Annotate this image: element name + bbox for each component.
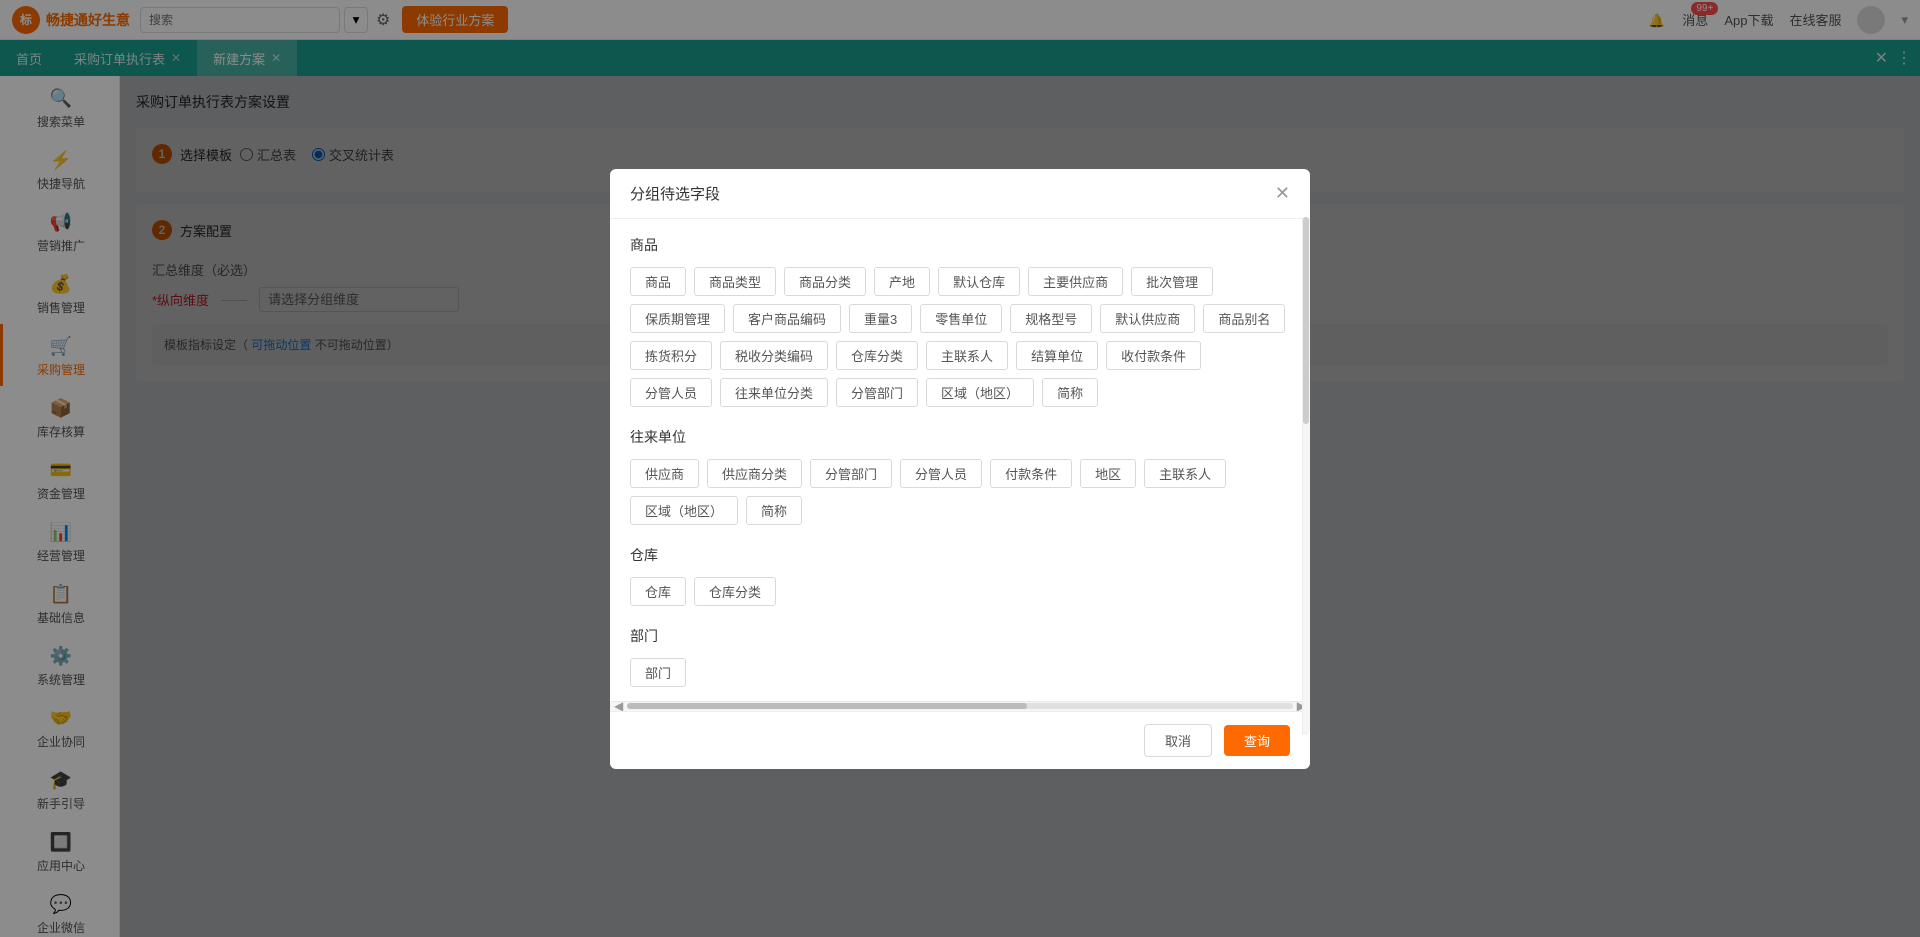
modal-vertical-scrollbar[interactable] (1302, 217, 1310, 735)
field-tags-goods: 商品 商品类型 商品分类 产地 默认仓库 主要供应商 批次管理 保质期管理 客户… (630, 267, 1290, 407)
field-tag[interactable]: 商品别名 (1203, 304, 1285, 333)
field-tag[interactable]: 主要供应商 (1028, 267, 1123, 296)
field-tag[interactable]: 结算单位 (1016, 341, 1098, 370)
modal-header: 分组待选字段 ✕ (610, 169, 1310, 219)
field-section-goods: 商品 商品 商品类型 商品分类 产地 默认仓库 主要供应商 批次管理 保质期管理… (630, 235, 1290, 407)
field-tag[interactable]: 简称 (1042, 378, 1098, 407)
field-tag[interactable]: 规格型号 (1010, 304, 1092, 333)
field-tag[interactable]: 简称 (746, 496, 802, 525)
hscroll-thumb[interactable] (627, 703, 1026, 709)
field-tag[interactable]: 部门 (630, 658, 686, 687)
field-tag[interactable]: 产地 (874, 267, 930, 296)
field-tag[interactable]: 主联系人 (926, 341, 1008, 370)
field-section-goods-title: 商品 (630, 235, 1290, 255)
field-tag[interactable]: 区域（地区） (926, 378, 1034, 407)
modal-horizontal-scrollbar[interactable]: ◀ ▶ (610, 701, 1310, 711)
cancel-button[interactable]: 取消 (1144, 724, 1212, 757)
field-tag[interactable]: 拣货积分 (630, 341, 712, 370)
field-tag[interactable]: 零售单位 (920, 304, 1002, 333)
field-tag[interactable]: 分管部门 (810, 459, 892, 488)
field-tag[interactable]: 商品分类 (784, 267, 866, 296)
field-tag[interactable]: 仓库分类 (694, 577, 776, 606)
field-section-warehouse: 仓库 仓库 仓库分类 (630, 545, 1290, 606)
field-tag[interactable]: 批次管理 (1131, 267, 1213, 296)
field-tag[interactable]: 商品类型 (694, 267, 776, 296)
modal-body[interactable]: 商品 商品 商品类型 商品分类 产地 默认仓库 主要供应商 批次管理 保质期管理… (610, 219, 1310, 701)
field-tag[interactable]: 税收分类编码 (720, 341, 828, 370)
field-tag[interactable]: 重量3 (849, 304, 912, 333)
field-tag[interactable]: 分管人员 (900, 459, 982, 488)
field-select-modal: 分组待选字段 ✕ 商品 商品 商品类型 商品分类 产地 默认仓库 主要供应商 批… (610, 169, 1310, 769)
field-tag[interactable]: 分管人员 (630, 378, 712, 407)
field-tag[interactable]: 供应商分类 (707, 459, 802, 488)
field-tag[interactable]: 地区 (1080, 459, 1136, 488)
field-section-department-title: 部门 (630, 626, 1290, 646)
field-section-department: 部门 部门 (630, 626, 1290, 687)
field-tags-partner: 供应商 供应商分类 分管部门 分管人员 付款条件 地区 主联系人 区域（地区） … (630, 459, 1290, 525)
modal-close-button[interactable]: ✕ (1275, 183, 1290, 204)
modal-overlay: 分组待选字段 ✕ 商品 商品 商品类型 商品分类 产地 默认仓库 主要供应商 批… (0, 0, 1920, 937)
hscroll-track[interactable] (627, 703, 1293, 709)
field-tag[interactable]: 主联系人 (1144, 459, 1226, 488)
field-tags-warehouse: 仓库 仓库分类 (630, 577, 1290, 606)
confirm-button[interactable]: 查询 (1224, 725, 1290, 756)
field-tag[interactable]: 付款条件 (990, 459, 1072, 488)
field-section-warehouse-title: 仓库 (630, 545, 1290, 565)
field-tag[interactable]: 商品 (630, 267, 686, 296)
field-tag[interactable]: 区域（地区） (630, 496, 738, 525)
field-section-partner-title: 往来单位 (630, 427, 1290, 447)
field-section-partner: 往来单位 供应商 供应商分类 分管部门 分管人员 付款条件 地区 主联系人 区域… (630, 427, 1290, 525)
field-tag[interactable]: 收付款条件 (1106, 341, 1201, 370)
field-tag[interactable]: 保质期管理 (630, 304, 725, 333)
field-tag[interactable]: 往来单位分类 (720, 378, 828, 407)
modal-footer: 取消 查询 (610, 711, 1310, 769)
field-tag[interactable]: 客户商品编码 (733, 304, 841, 333)
modal-title: 分组待选字段 (630, 183, 720, 204)
field-tag[interactable]: 分管部门 (836, 378, 918, 407)
field-tags-department: 部门 (630, 658, 1290, 687)
vscroll-thumb[interactable] (1303, 217, 1309, 424)
field-tag[interactable]: 默认仓库 (938, 267, 1020, 296)
field-tag[interactable]: 默认供应商 (1100, 304, 1195, 333)
field-tag[interactable]: 仓库分类 (836, 341, 918, 370)
field-tag[interactable]: 仓库 (630, 577, 686, 606)
field-tag[interactable]: 供应商 (630, 459, 699, 488)
